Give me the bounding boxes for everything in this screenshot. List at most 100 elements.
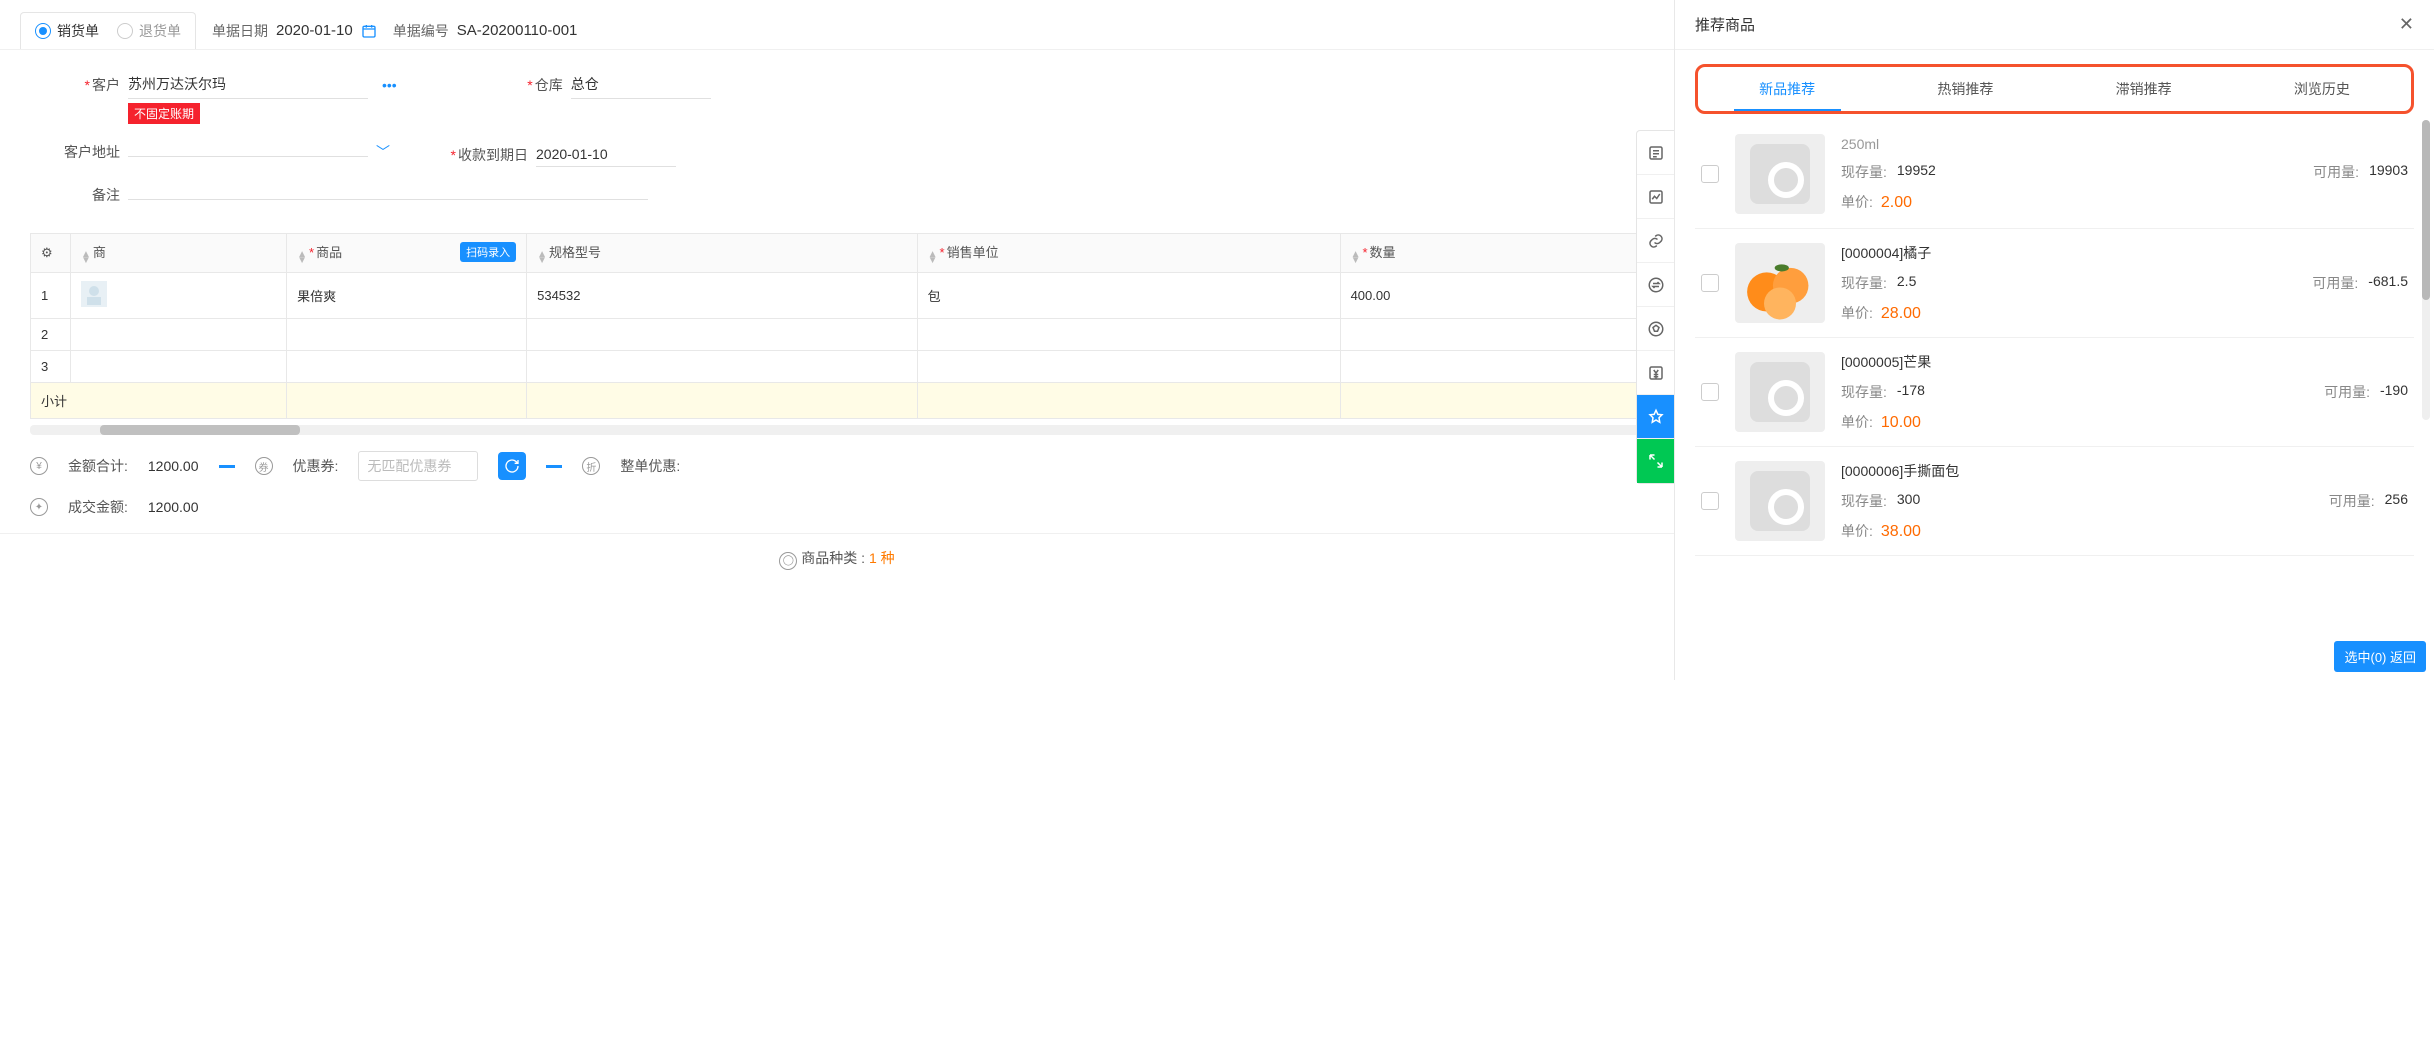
stock-label: 现存量: xyxy=(1841,491,1887,511)
line-items-table: ⚙ ▲▼商 ▲▼*商品 扫码录入 ▲▼规格型号 ▲▼*销售单位 ▲▼*数量 1果… xyxy=(30,233,1644,419)
stock-value: -178 xyxy=(1897,382,1925,402)
qty-column-header[interactable]: ▲▼*数量 xyxy=(1340,234,1643,273)
h-scrollbar[interactable] xyxy=(30,425,1644,435)
item-name-partial: 250ml xyxy=(1841,136,2408,152)
item-body: 250ml现存量:19952可用量:19903单价:2.00 xyxy=(1841,136,2408,212)
recommend-item[interactable]: [0000004]橘子现存量:2.5可用量:-681.5单价:28.00 xyxy=(1695,229,2414,338)
due-date-input[interactable]: 2020-01-10 xyxy=(536,142,676,167)
row-spec[interactable] xyxy=(527,351,917,383)
row-unit[interactable] xyxy=(917,351,1340,383)
price-value: 38.00 xyxy=(1881,523,1921,540)
row-product[interactable]: 果倍爽 xyxy=(287,273,527,319)
item-body: [0000004]橘子现存量:2.5可用量:-681.5单价:28.00 xyxy=(1841,243,2408,323)
avail-value: -190 xyxy=(2380,382,2408,402)
list-tool-icon[interactable] xyxy=(1637,131,1674,175)
row-spec[interactable] xyxy=(527,319,917,351)
avail-value: 19903 xyxy=(2369,162,2408,182)
avail-label: 可用量: xyxy=(2312,273,2358,293)
total-amount-value: 1200.00 xyxy=(148,458,199,474)
warehouse-field: *仓库 总仓 xyxy=(473,70,711,99)
item-name: [0000004]橘子 xyxy=(1841,243,2408,263)
table-row[interactable]: 2 xyxy=(31,319,1644,351)
unit-column-header[interactable]: ▲▼*销售单位 xyxy=(917,234,1340,273)
coupon-icon: 券 xyxy=(255,457,273,475)
minus-icon xyxy=(546,465,562,468)
item-checkbox[interactable] xyxy=(1701,165,1719,183)
item-image xyxy=(1735,243,1825,323)
recommend-item[interactable]: [0000006]手撕面包现存量:300可用量:256单价:38.00 xyxy=(1695,447,2414,556)
customer-more-icon[interactable]: ••• xyxy=(376,77,403,93)
star-tool-icon[interactable] xyxy=(1637,395,1674,439)
stock-label: 现存量: xyxy=(1841,162,1887,182)
bookmark-tool-icon[interactable] xyxy=(1637,307,1674,351)
bottom-summary: ◯ 商品种类 : 1 种 xyxy=(0,533,1674,584)
address-input[interactable] xyxy=(128,148,368,157)
tab-hot[interactable]: 热销推荐 xyxy=(1876,67,2054,111)
chevron-down-icon[interactable]: ﹀ xyxy=(376,142,390,162)
swap-tool-icon[interactable] xyxy=(1637,263,1674,307)
calendar-icon[interactable] xyxy=(361,23,377,39)
remark-input[interactable] xyxy=(128,191,648,200)
item-name: [0000006]手撕面包 xyxy=(1841,461,2408,481)
stock-label: 现存量: xyxy=(1841,273,1887,293)
selected-return-button[interactable]: 选中(0) 返回 xyxy=(2334,641,2426,672)
minus-icon xyxy=(219,465,235,468)
row-spec[interactable]: 534532 xyxy=(527,273,917,319)
row-index: 2 xyxy=(31,319,71,351)
coupon-input[interactable]: 无匹配优惠券 xyxy=(358,451,478,481)
discount-icon: 折 xyxy=(582,457,600,475)
return-order-radio[interactable]: 退货单 xyxy=(117,21,181,41)
address-label: 客户地址 xyxy=(30,142,120,162)
v-scrollbar[interactable] xyxy=(2422,120,2430,420)
recommend-item[interactable]: [0000005]芒果现存量:-178可用量:-190单价:10.00 xyxy=(1695,338,2414,447)
stock-value: 19952 xyxy=(1897,162,1936,182)
avail-value: 256 xyxy=(2385,491,2408,511)
sales-order-radio[interactable]: 销货单 xyxy=(35,21,99,41)
refresh-coupon-button[interactable] xyxy=(498,452,526,480)
customer-input[interactable]: 苏州万达沃尔玛 xyxy=(128,70,368,99)
img-column-header[interactable]: ▲▼商 xyxy=(71,234,287,273)
stock-value: 2.5 xyxy=(1897,273,1916,293)
avail-label: 可用量: xyxy=(2313,162,2359,182)
row-product[interactable] xyxy=(287,319,527,351)
tab-new[interactable]: 新品推荐 xyxy=(1698,67,1876,111)
item-checkbox[interactable] xyxy=(1701,274,1719,292)
table-row[interactable]: 3 xyxy=(31,351,1644,383)
recommend-list[interactable]: 250ml现存量:19952可用量:19903单价:2.00[0000004]橘… xyxy=(1675,120,2434,680)
v-scrollbar-thumb[interactable] xyxy=(2422,120,2430,300)
chart-tool-icon[interactable] xyxy=(1637,175,1674,219)
return-order-label: 退货单 xyxy=(139,21,181,41)
gear-column-header[interactable]: ⚙ xyxy=(31,234,71,273)
nofix-period-tag: 不固定账期 xyxy=(128,103,200,124)
doc-date-group: 单据日期 2020-01-10 xyxy=(212,21,377,41)
tab-slow[interactable]: 滞销推荐 xyxy=(2055,67,2233,111)
close-icon[interactable]: ✕ xyxy=(2399,14,2414,35)
table-row[interactable]: 1果倍爽534532包400.00 xyxy=(31,273,1644,319)
total-amount-label: 金额合计: xyxy=(68,456,128,476)
row-product[interactable] xyxy=(287,351,527,383)
kind-icon: ◯ xyxy=(779,552,797,570)
h-scrollbar-thumb[interactable] xyxy=(100,425,300,435)
row-unit[interactable] xyxy=(917,319,1340,351)
item-image xyxy=(1735,352,1825,432)
scan-input-badge[interactable]: 扫码录入 xyxy=(460,242,516,262)
radio-unchecked-icon xyxy=(117,23,133,39)
row-qty[interactable]: 400.00 xyxy=(1340,273,1643,319)
doc-date-value[interactable]: 2020-01-10 xyxy=(276,22,353,39)
spec-column-header[interactable]: ▲▼规格型号 xyxy=(527,234,917,273)
item-checkbox[interactable] xyxy=(1701,383,1719,401)
row-thumb xyxy=(71,351,287,383)
expand-tool-icon[interactable] xyxy=(1637,439,1674,483)
whole-discount-label: 整单优惠: xyxy=(620,456,680,476)
row-unit[interactable]: 包 xyxy=(917,273,1340,319)
product-column-header[interactable]: ▲▼*商品 扫码录入 xyxy=(287,234,527,273)
stock-label: 现存量: xyxy=(1841,382,1887,402)
item-checkbox[interactable] xyxy=(1701,492,1719,510)
link-tool-icon[interactable] xyxy=(1637,219,1674,263)
warehouse-input[interactable]: 总仓 xyxy=(571,70,711,99)
currency-tool-icon[interactable] xyxy=(1637,351,1674,395)
row-qty[interactable] xyxy=(1340,351,1643,383)
recommend-item[interactable]: 250ml现存量:19952可用量:19903单价:2.00 xyxy=(1695,120,2414,229)
row-qty[interactable] xyxy=(1340,319,1643,351)
tab-history[interactable]: 浏览历史 xyxy=(2233,67,2411,111)
